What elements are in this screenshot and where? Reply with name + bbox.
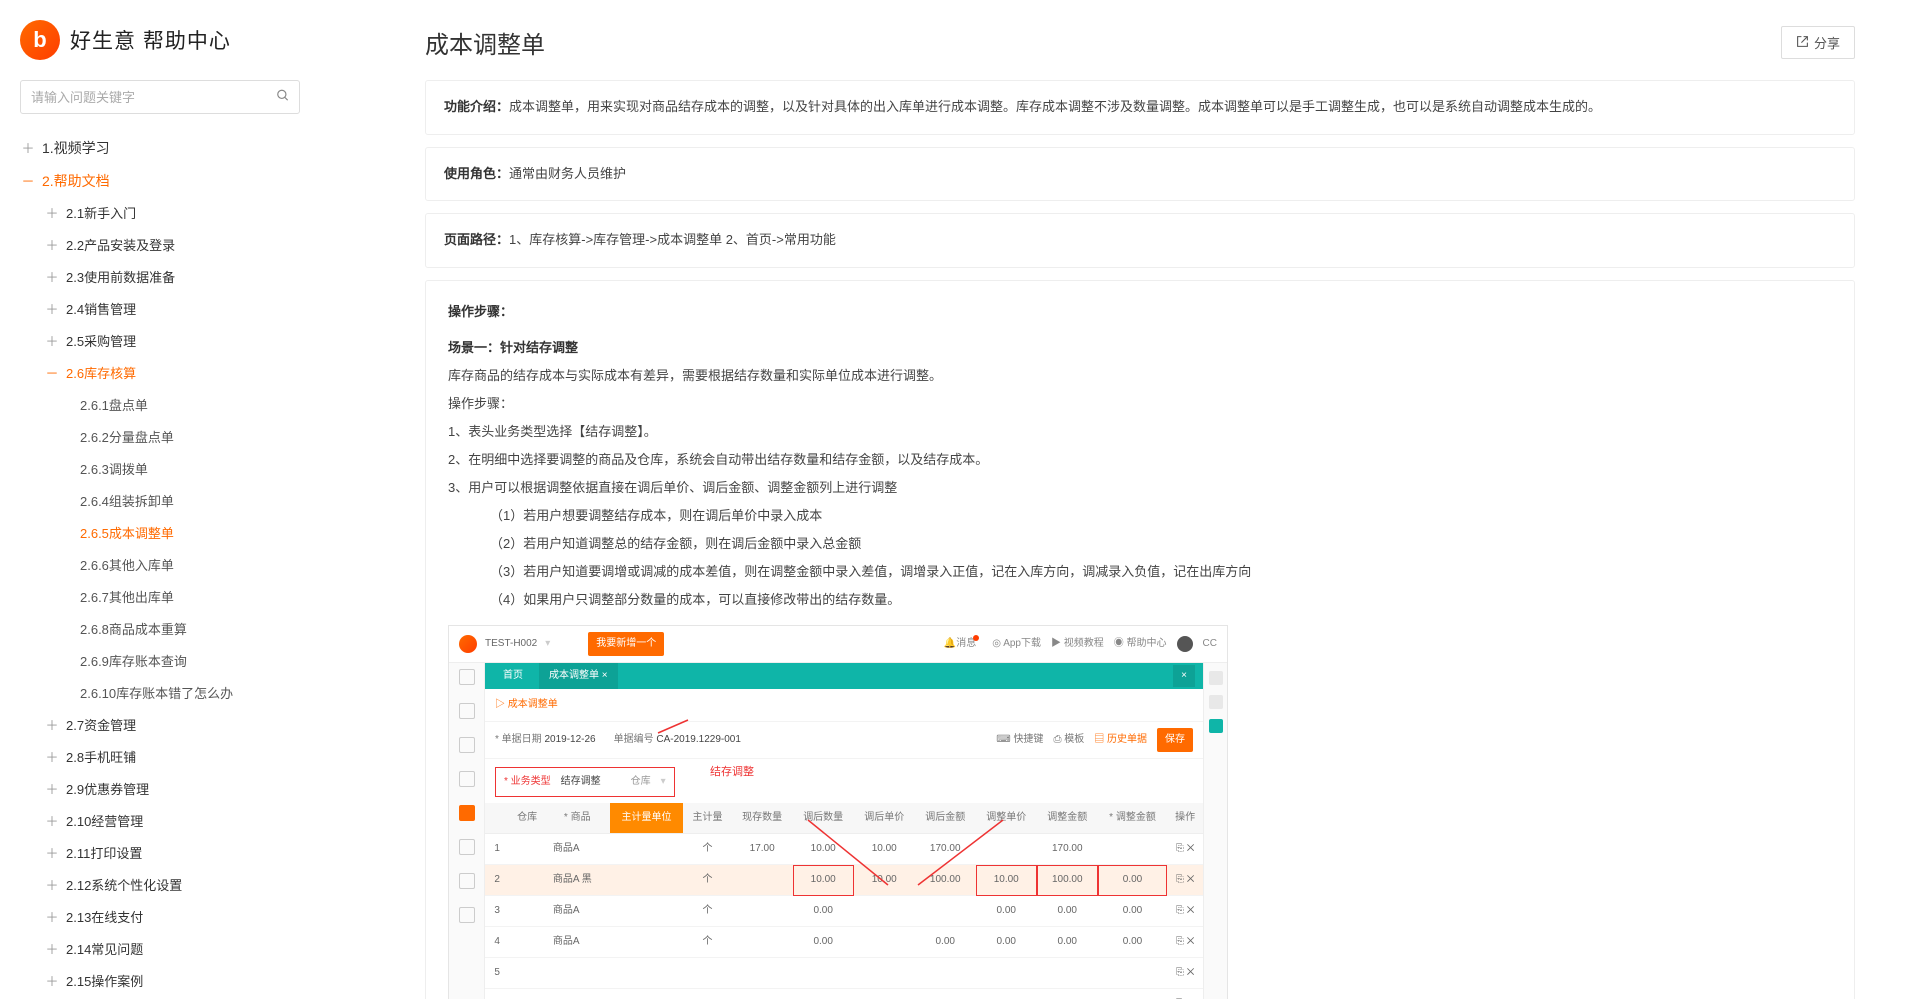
step-3-1: （1）若用户想要调整结存成本，则在调后单价中录入成本 xyxy=(448,503,1832,529)
step-3: 3、用户可以根据调整依据直接在调后单价、调后金额、调整金额列上进行调整 xyxy=(448,475,1832,501)
nav-2-10[interactable]: ＋2.10经营管理 xyxy=(20,806,300,838)
nav-2-5[interactable]: ＋2.5采购管理 xyxy=(20,326,300,358)
nav-2-15[interactable]: ＋2.15操作案例 xyxy=(20,966,300,998)
nav-2-4[interactable]: ＋2.4销售管理 xyxy=(20,294,300,326)
nav-2-9[interactable]: ＋2.9优惠券管理 xyxy=(20,774,300,806)
embed-save-btn: 保存 xyxy=(1157,728,1193,752)
nav-2-13[interactable]: ＋2.13在线支付 xyxy=(20,902,300,934)
embedded-screenshot: TEST-H002 ▾ 我要新增一个 🔔消息 ◎ App下载 ▶ 视频教程 ◉ … xyxy=(448,625,1228,999)
nav-2-6[interactable]: －2.6库存核算 xyxy=(20,358,300,390)
steps-label: 操作步骤： xyxy=(448,299,1832,325)
role-text: 通常由财务人员维护 xyxy=(509,166,626,181)
nav-2-1[interactable]: ＋2.1新手入门 xyxy=(20,198,300,230)
embed-nav-rail xyxy=(449,663,485,999)
logo-icon: b xyxy=(20,20,60,60)
annotation-1: 结存调整 xyxy=(710,761,754,783)
search-icon[interactable] xyxy=(276,89,290,106)
search-box xyxy=(20,80,300,114)
embed-side-rail xyxy=(1203,663,1227,999)
nav-tree: ＋1.视频学习 －2.帮助文档 ＋2.1新手入门 ＋2.2产品安装及登录 ＋2.… xyxy=(20,132,300,998)
share-button[interactable]: 分享 xyxy=(1781,26,1855,59)
path-text: 1、库存核算->库存管理->成本调整单 2、首页->常用功能 xyxy=(509,232,836,247)
brand-title: 好生意 帮助中心 xyxy=(70,25,231,55)
embed-new-btn: 我要新增一个 xyxy=(588,632,664,656)
nav-2-6-9[interactable]: 2.6.9库存账本查询 xyxy=(20,646,300,678)
nav-2-6-6[interactable]: 2.6.6其他入库单 xyxy=(20,550,300,582)
step-2: 2、在明细中选择要调整的商品及仓库，系统会自动带出结存数量和结存金额，以及结存成… xyxy=(448,447,1832,473)
embed-grid: 仓库* 商品 主计量单位主计量现存数量 调后数量调后单价调后金额 调整单价调整金… xyxy=(485,803,1203,999)
step-3-4: （4）如果用户只调整部分数量的成本，可以直接修改带出的结存数量。 xyxy=(448,587,1832,613)
step-3-2: （2）若用户知道调整总的结存金额，则在调后金额中录入总金额 xyxy=(448,531,1832,557)
sidebar: b 好生意 帮助中心 ＋1.视频学习 －2.帮助文档 ＋2.1新手入门 ＋2.2… xyxy=(0,0,315,999)
search-input[interactable] xyxy=(20,80,300,114)
nav-2-3[interactable]: ＋2.3使用前数据准备 xyxy=(20,262,300,294)
intro-text: 成本调整单，用来实现对商品结存成本的调整，以及针对具体的出入库单进行成本调整。库… xyxy=(509,99,1601,114)
nav-2-7[interactable]: ＋2.7资金管理 xyxy=(20,710,300,742)
path-label: 页面路径： xyxy=(444,232,509,247)
scene1-desc: 库存商品的结存成本与实际成本有差异，需要根据结存数量和实际单位成本进行调整。 xyxy=(448,363,1832,389)
nav-2-6-5[interactable]: 2.6.5成本调整单 xyxy=(20,518,300,550)
role-label: 使用角色： xyxy=(444,166,509,181)
nav-2-6-7[interactable]: 2.6.7其他出库单 xyxy=(20,582,300,614)
intro-label: 功能介绍： xyxy=(444,99,509,114)
nav-2-6-1[interactable]: 2.6.1盘点单 xyxy=(20,390,300,422)
nav-2-12[interactable]: ＋2.12系统个性化设置 xyxy=(20,870,300,902)
nav-2-6-10[interactable]: 2.6.10库存账本错了怎么办 xyxy=(20,678,300,710)
embed-tab-home: 首页 xyxy=(493,663,533,689)
nav-2-8[interactable]: ＋2.8手机旺铺 xyxy=(20,742,300,774)
share-icon xyxy=(1796,35,1809,51)
embed-tab-doc: 成本调整单 × xyxy=(539,663,618,689)
step-3-3: （3）若用户知道要调增或调减的成本差值，则在调整金额中录入差值，调增录入正值，记… xyxy=(448,559,1832,585)
intro-box: 功能介绍：成本调整单，用来实现对商品结存成本的调整，以及针对具体的出入库单进行成… xyxy=(425,80,1855,135)
sub-steps-label: 操作步骤： xyxy=(448,391,1832,417)
nav-2-6-4[interactable]: 2.6.4组装拆卸单 xyxy=(20,486,300,518)
path-box: 页面路径：1、库存核算->库存管理->成本调整单 2、首页->常用功能 xyxy=(425,213,1855,268)
embed-type-box: * 业务类型 结存调整 仓库▾ xyxy=(495,767,675,797)
role-box: 使用角色：通常由财务人员维护 xyxy=(425,147,1855,202)
nav-video-learning[interactable]: ＋1.视频学习 xyxy=(20,132,300,165)
embed-tenant: TEST-H002 xyxy=(485,634,537,654)
scene1-title: 场景一：针对结存调整 xyxy=(448,335,1832,361)
embed-breadcrumb: ▷ 成本调整单 xyxy=(485,689,1203,722)
nav-2-2[interactable]: ＋2.2产品安装及登录 xyxy=(20,230,300,262)
nav-2-6-2[interactable]: 2.6.2分量盘点单 xyxy=(20,422,300,454)
embed-close-icon: × xyxy=(1173,665,1195,687)
nav-2-14[interactable]: ＋2.14常见问题 xyxy=(20,934,300,966)
brand-row: b 好生意 帮助中心 xyxy=(20,20,300,60)
nav-2-6-8[interactable]: 2.6.8商品成本重算 xyxy=(20,614,300,646)
steps-box: 操作步骤： 场景一：针对结存调整 库存商品的结存成本与实际成本有差异，需要根据结… xyxy=(425,280,1855,999)
share-label: 分享 xyxy=(1814,33,1840,52)
main-content: 成本调整单 分享 功能介绍：成本调整单，用来实现对商品结存成本的调整，以及针对具… xyxy=(315,0,1920,999)
nav-2-6-3[interactable]: 2.6.3调拨单 xyxy=(20,454,300,486)
nav-2-11[interactable]: ＋2.11打印设置 xyxy=(20,838,300,870)
embed-logo-icon xyxy=(459,635,477,653)
nav-help-docs[interactable]: －2.帮助文档 xyxy=(20,165,300,198)
page-title: 成本调整单 xyxy=(425,25,545,60)
step-1: 1、表头业务类型选择【结存调整】。 xyxy=(448,419,1832,445)
